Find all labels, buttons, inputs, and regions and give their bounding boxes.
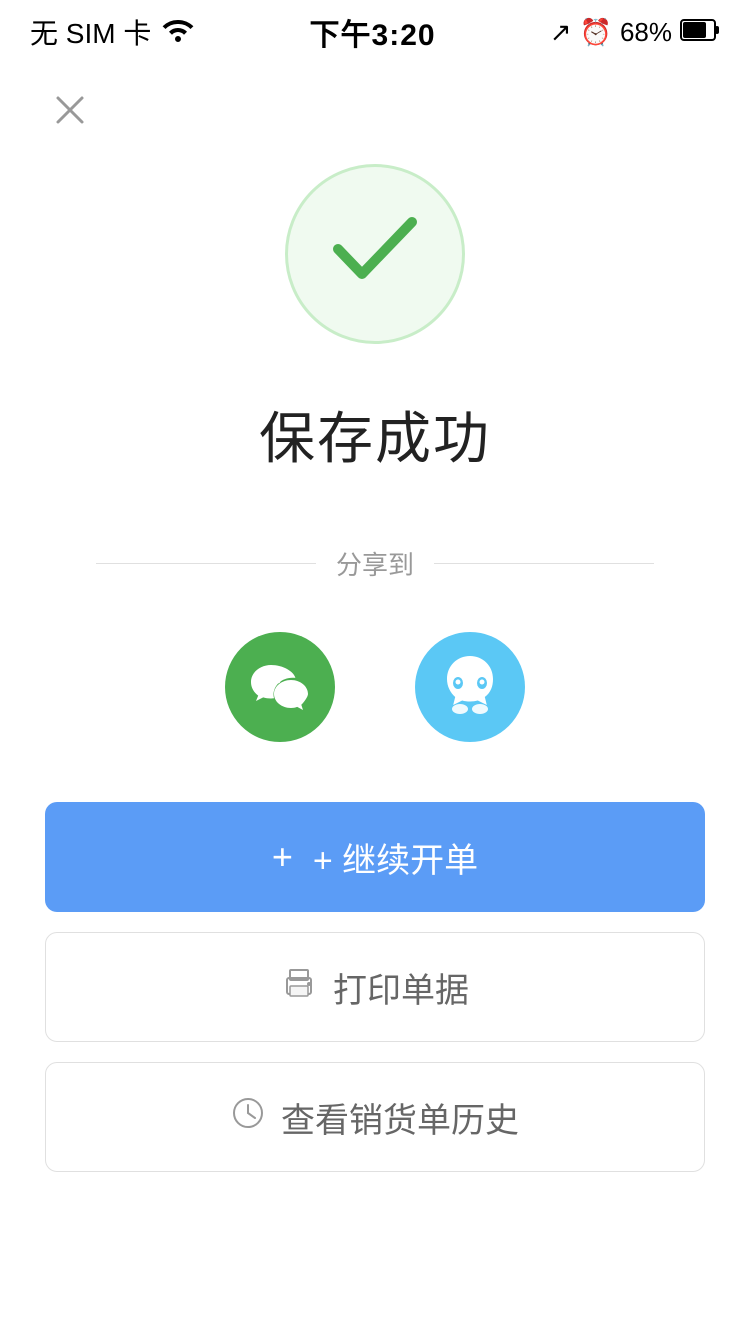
status-bar: 无 SIM 卡 下午3:20 ↗ ⏰ 68% xyxy=(0,0,750,64)
close-button[interactable] xyxy=(40,80,100,140)
status-right: ↗ ⏰ 68% xyxy=(550,17,720,48)
battery-icon xyxy=(680,17,720,48)
print-button[interactable]: 打印单据 xyxy=(45,932,705,1042)
success-title: 保存成功 xyxy=(259,394,491,475)
history-button[interactable]: 查看销货单历史 xyxy=(45,1062,705,1172)
divider-right xyxy=(434,563,654,564)
share-label: 分享到 xyxy=(336,545,414,582)
main-content: 保存成功 分享到 xyxy=(0,64,750,1172)
success-icon-circle xyxy=(285,164,465,344)
status-time: 下午3:20 xyxy=(310,10,436,54)
alarm-icon: ⏰ xyxy=(580,17,612,48)
wifi-icon xyxy=(161,16,195,49)
action-buttons: + + 继续开单 打印单据 xyxy=(45,802,705,1172)
clock-icon xyxy=(231,1096,265,1139)
battery-percent: 68% xyxy=(620,17,672,48)
history-label: 查看销货单历史 xyxy=(281,1093,519,1142)
sim-status: 无 SIM 卡 xyxy=(30,12,151,52)
share-section: 分享到 xyxy=(0,545,750,742)
continue-label: + 继续开单 xyxy=(313,833,478,882)
share-icons xyxy=(225,632,525,742)
checkmark-icon xyxy=(330,209,420,299)
print-label: 打印单据 xyxy=(333,963,469,1012)
share-divider: 分享到 xyxy=(0,545,750,582)
wechat-share-button[interactable] xyxy=(225,632,335,742)
divider-left xyxy=(96,563,316,564)
plus-icon: + xyxy=(272,836,293,878)
qq-share-button[interactable] xyxy=(415,632,525,742)
location-icon: ↗ xyxy=(550,17,572,48)
status-left: 无 SIM 卡 xyxy=(30,12,195,52)
continue-button[interactable]: + + 继续开单 xyxy=(45,802,705,912)
printer-icon xyxy=(281,966,317,1009)
